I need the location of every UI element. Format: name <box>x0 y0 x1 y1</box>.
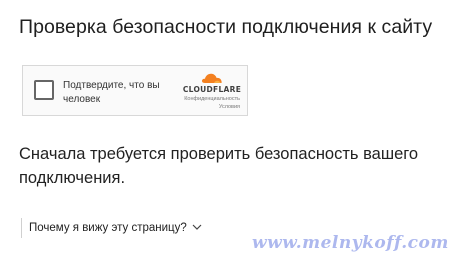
security-message: Сначала требуется проверить безопасность… <box>19 145 419 187</box>
cloud-icon <box>201 73 222 83</box>
human-verification-checkbox[interactable] <box>34 80 54 100</box>
why-link-label: Почему я вижу эту страницу? <box>29 222 187 234</box>
why-am-i-seeing-this-toggle[interactable]: Почему я вижу эту страницу? <box>21 218 202 238</box>
checkbox-label[interactable]: Подтвердите, что вы человек <box>63 79 173 107</box>
watermark: www.melnykoff.com <box>252 233 449 253</box>
captcha-widget: Подтвердите, что вы человек CLOUDFLARE К… <box>22 65 248 116</box>
page-title: Проверка безопасности подключения к сайт… <box>19 16 433 38</box>
cloudflare-wordmark: CLOUDFLARE <box>182 85 242 94</box>
terms-link[interactable]: Условия <box>184 103 240 111</box>
chevron-down-icon <box>192 224 202 230</box>
cloudflare-logo: CLOUDFLARE <box>181 72 243 94</box>
privacy-link[interactable]: Конфиденциальность <box>184 95 240 103</box>
cloudflare-links: Конфиденциальность Условия <box>184 95 240 111</box>
